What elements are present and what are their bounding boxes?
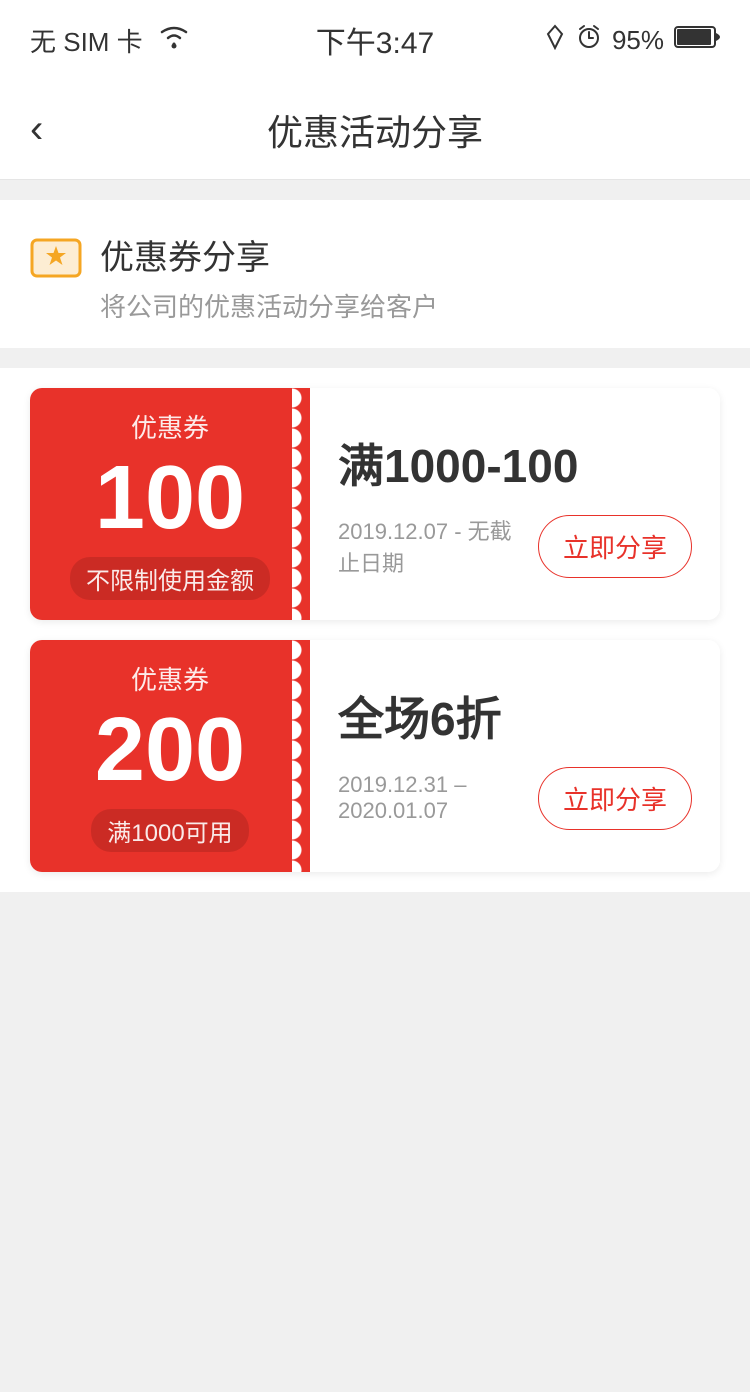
coupon-bottom-1: 2019.12.07 - 无截止日期 立即分享	[338, 514, 692, 578]
battery-percent: 95%	[612, 25, 664, 56]
alarm-icon	[576, 24, 602, 57]
back-button[interactable]: ‹	[30, 107, 43, 152]
nav-bar: ‹ 优惠活动分享	[0, 80, 750, 180]
battery-icon	[674, 25, 720, 56]
coupon-bottom-2: 2019.12.31 – 2020.01.07 立即分享	[338, 767, 692, 830]
empty-area	[0, 892, 750, 1392]
coupon-title-1: 满1000-100	[338, 430, 692, 496]
location-icon	[544, 24, 566, 57]
coupon-left-2: 优惠券 200 满1000可用	[30, 640, 310, 872]
coupon-date-1: 2019.12.07 - 无截止日期	[338, 514, 528, 578]
status-right: 95%	[544, 24, 720, 57]
carrier-label: 无 SIM 卡	[30, 22, 143, 59]
coupon-card-2: 优惠券 200 满1000可用 全场6折 2019.12.31 – 2020.0…	[30, 640, 720, 872]
section-subtitle: 将公司的优惠活动分享给客户	[100, 287, 438, 324]
share-button-2[interactable]: 立即分享	[538, 767, 692, 830]
coupon-label-1: 优惠券	[131, 408, 209, 445]
coupon-right-2: 全场6折 2019.12.31 – 2020.01.07 立即分享	[310, 640, 720, 872]
coupon-title-2: 全场6折	[338, 683, 692, 749]
coupon-amount-1: 100	[95, 453, 245, 543]
coupon-amount-2: 200	[95, 705, 245, 795]
coupon-condition-1: 不限制使用金额	[70, 557, 270, 600]
section-header: 优惠券分享 将公司的优惠活动分享给客户	[0, 200, 750, 348]
wifi-icon	[157, 24, 191, 57]
share-button-1[interactable]: 立即分享	[538, 515, 692, 578]
status-bar: 无 SIM 卡 下午3:47 95%	[0, 0, 750, 80]
coupon-label-2: 优惠券	[131, 660, 209, 697]
status-time: 下午3:47	[316, 18, 434, 62]
coupon-left-1: 优惠券 100 不限制使用金额	[30, 388, 310, 620]
coupon-condition-2: 满1000可用	[91, 809, 248, 852]
nav-title: 优惠活动分享	[267, 104, 483, 156]
coupon-date-2: 2019.12.31 – 2020.01.07	[338, 772, 528, 824]
coupon-list: 优惠券 100 不限制使用金额 满1000-100 2019.12.07 - 无…	[0, 368, 750, 892]
status-left: 无 SIM 卡	[30, 22, 191, 59]
coupon-card-1: 优惠券 100 不限制使用金额 满1000-100 2019.12.07 - 无…	[30, 388, 720, 620]
section-title: 优惠券分享	[100, 230, 438, 279]
coupon-right-1: 满1000-100 2019.12.07 - 无截止日期 立即分享	[310, 388, 720, 620]
coupon-share-icon	[30, 232, 82, 284]
section-text: 优惠券分享 将公司的优惠活动分享给客户	[100, 230, 438, 324]
